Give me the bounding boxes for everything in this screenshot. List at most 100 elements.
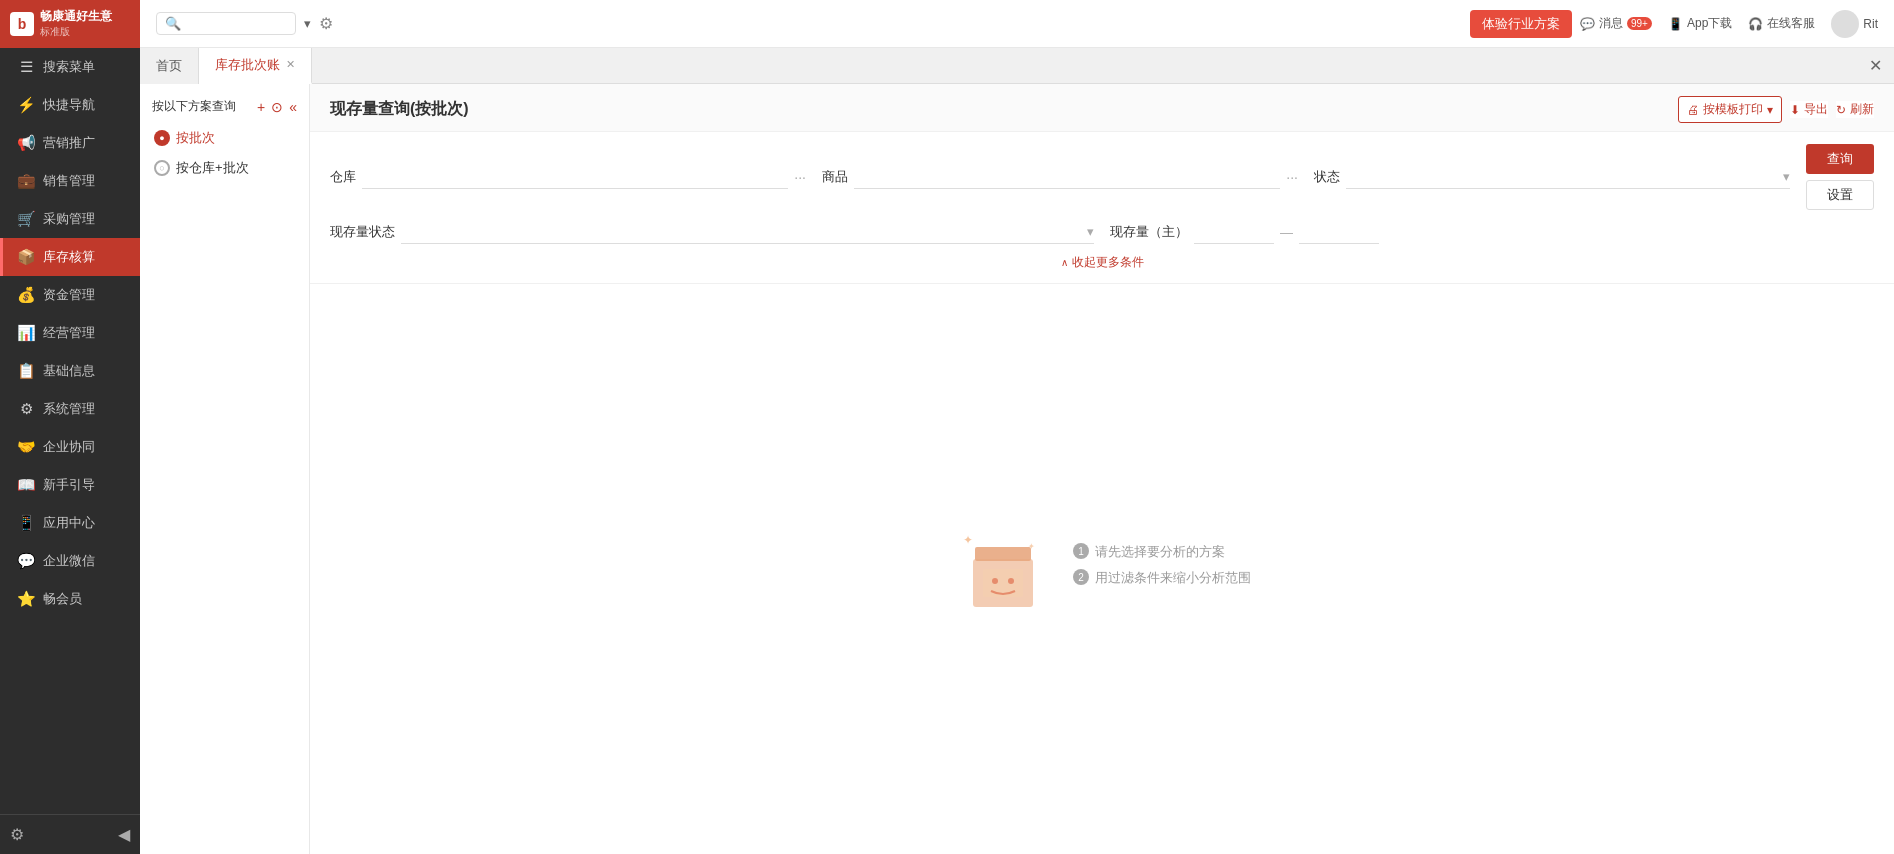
avatar — [1831, 10, 1859, 38]
tab-inventory-batch[interactable]: 库存批次账 ✕ — [199, 48, 312, 84]
vip-icon: ⭐ — [17, 590, 35, 608]
scheme-query-label: 按以下方案查询 — [152, 98, 236, 115]
topbar-left: 🔍 ▾ ⚙ — [156, 12, 1462, 35]
phone-icon: 📱 — [1668, 17, 1683, 31]
sidebar-item-label-quick: 快捷导航 — [43, 96, 95, 114]
query-actions: 查询 设置 — [1806, 144, 1874, 210]
status-dropdown-icon[interactable]: ▾ — [1783, 169, 1790, 184]
app-download-btn[interactable]: 📱 App下载 — [1668, 15, 1732, 32]
stock-status-label: 现存量状态 — [330, 223, 395, 241]
warehouse-input[interactable] — [362, 165, 788, 189]
tab-inventory-batch-label: 库存批次账 — [215, 56, 280, 74]
tab-home-label: 首页 — [156, 57, 182, 75]
sidebar-item-label-purchase: 采购管理 — [43, 210, 95, 228]
sidebar-bottom: ⚙ ◀ — [0, 814, 140, 854]
scheme-item-warehouse-batch[interactable]: ○ 按仓库+批次 — [140, 153, 309, 183]
refresh-button[interactable]: ↻ 刷新 — [1836, 101, 1874, 118]
sidebar-item-newbie[interactable]: 📖 新手引导 — [0, 466, 140, 504]
online-service-btn[interactable]: 🎧 在线客服 — [1748, 15, 1815, 32]
sidebar-item-finance[interactable]: 💰 资金管理 — [0, 276, 140, 314]
sales-icon: 💼 — [17, 172, 35, 190]
sidebar-item-label-vip: 畅会员 — [43, 590, 82, 608]
content-area: 按以下方案查询 + ⊙ « ● 按批次 ○ 按仓库+批次 现存量查询(按批次) — [140, 84, 1894, 854]
topbar-gear-icon[interactable]: ⚙ — [319, 14, 333, 33]
sidebar-settings-icon[interactable]: ⚙ — [10, 825, 24, 844]
sidebar-item-inventory[interactable]: 📦 库存核算 — [0, 238, 140, 276]
scheme-item-batch[interactable]: ● 按批次 — [140, 123, 309, 153]
sidebar-item-vip[interactable]: ⭐ 畅会员 — [0, 580, 140, 618]
sidebar-item-operations[interactable]: 📊 经营管理 — [0, 314, 140, 352]
sidebar-item-system[interactable]: ⚙ 系统管理 — [0, 390, 140, 428]
topbar-search-icon: 🔍 — [165, 16, 181, 31]
empty-state: ✦ ✦ 1 请先选择要分析的方案 2 用过滤条件来缩小分析范围 — [310, 284, 1894, 854]
page-title: 现存量查询(按批次) — [330, 99, 469, 120]
query-button[interactable]: 查询 — [1806, 144, 1874, 174]
online-service-label: 在线客服 — [1767, 15, 1815, 32]
export-button[interactable]: ⬇ 导出 — [1790, 101, 1828, 118]
trial-button[interactable]: 体验行业方案 — [1470, 10, 1572, 38]
search-menu-icon: ☰ — [17, 58, 35, 76]
scheme-batch-label: 按批次 — [176, 129, 215, 147]
finance-icon: 💰 — [17, 286, 35, 304]
product-label: 商品 — [822, 168, 848, 186]
status-filter: 状态 ▾ — [1314, 165, 1790, 189]
settings-button[interactable]: 设置 — [1806, 180, 1874, 210]
warehouse-dots[interactable]: ··· — [794, 169, 806, 185]
sidebar-item-label-enterprise: 企业协同 — [43, 438, 95, 456]
filter-area: 仓库 ··· 商品 ··· 状态 ▾ — [310, 132, 1894, 284]
sidebar-scroll: ☰ 搜索菜单 ⚡ 快捷导航 📢 营销推广 💼 销售管理 🛒 采购管理 📦 库存核… — [0, 48, 140, 814]
sidebar-item-label-newbie: 新手引导 — [43, 476, 95, 494]
empty-step1: 请先选择要分析的方案 — [1095, 543, 1225, 561]
sidebar-item-marketing[interactable]: 📢 营销推广 — [0, 124, 140, 162]
sidebar-item-search-menu[interactable]: ☰ 搜索菜单 — [0, 48, 140, 86]
collapse-text: 收起更多条件 — [1072, 254, 1144, 271]
scheme-add-icon[interactable]: + — [257, 99, 265, 115]
product-dots[interactable]: ··· — [1286, 169, 1298, 185]
tab-home[interactable]: 首页 — [140, 48, 199, 84]
svg-text:✦: ✦ — [963, 533, 973, 547]
service-icon: 🎧 — [1748, 17, 1763, 31]
sidebar-collapse-icon[interactable]: ◀ — [118, 825, 130, 844]
sidebar-item-label-wechat: 企业微信 — [43, 552, 95, 570]
sidebar-item-label-search: 搜索菜单 — [43, 58, 95, 76]
tab-bar-close-button[interactable]: ✕ — [1857, 56, 1894, 75]
sidebar-header: b 畅康通好生意 标准版 — [0, 0, 140, 48]
topbar-dropdown-icon[interactable]: ▾ — [304, 16, 311, 31]
scheme-settings-icon[interactable]: ⊙ — [271, 99, 283, 115]
print-button[interactable]: 🖨 按模板打印 ▾ — [1678, 96, 1782, 123]
stock-qty-min[interactable] — [1194, 220, 1274, 244]
sidebar-item-sales[interactable]: 💼 销售管理 — [0, 162, 140, 200]
stock-qty-max[interactable] — [1299, 220, 1379, 244]
purchase-icon: 🛒 — [17, 210, 35, 228]
refresh-icon: ↻ — [1836, 103, 1846, 117]
topbar-search-box[interactable]: 🔍 — [156, 12, 296, 35]
app-download-label: App下载 — [1687, 15, 1732, 32]
product-filter: 商品 ··· — [822, 165, 1298, 189]
stock-status-dropdown-icon[interactable]: ▾ — [1087, 224, 1094, 239]
sidebar-item-wechat[interactable]: 💬 企业微信 — [0, 542, 140, 580]
scheme-collapse-icon[interactable]: « — [289, 99, 297, 115]
topbar: 🔍 ▾ ⚙ 体验行业方案 💬 消息 99+ 📱 App下载 🎧 在线客服 — [140, 0, 1894, 48]
filter-row-2: 现存量状态 ▾ 现存量（主） — — [330, 220, 1874, 244]
left-panel: 按以下方案查询 + ⊙ « ● 按批次 ○ 按仓库+批次 — [140, 84, 310, 854]
status-label: 状态 — [1314, 168, 1340, 186]
sidebar-item-quick-nav[interactable]: ⚡ 快捷导航 — [0, 86, 140, 124]
page-title-bar: 现存量查询(按批次) 🖨 按模板打印 ▾ ⬇ 导出 ↻ 刷新 — [310, 84, 1894, 132]
svg-point-3 — [992, 578, 998, 584]
filter-collapse-btn[interactable]: ∧ 收起更多条件 — [330, 254, 1874, 271]
product-input[interactable] — [854, 165, 1280, 189]
user-avatar-btn[interactable]: Rit — [1831, 10, 1878, 38]
sidebar-item-enterprise[interactable]: 🤝 企业协同 — [0, 428, 140, 466]
svg-text:✦: ✦ — [1028, 542, 1035, 551]
export-label: 导出 — [1804, 101, 1828, 118]
page-title-actions: 🖨 按模板打印 ▾ ⬇ 导出 ↻ 刷新 — [1678, 96, 1874, 123]
tab-close-icon[interactable]: ✕ — [286, 58, 295, 71]
messages-btn[interactable]: 💬 消息 99+ — [1580, 15, 1652, 32]
topbar-search-input[interactable] — [185, 17, 265, 31]
operations-icon: 📊 — [17, 324, 35, 342]
sidebar-item-basic-info[interactable]: 📋 基础信息 — [0, 352, 140, 390]
sidebar-item-app-center[interactable]: 📱 应用中心 — [0, 504, 140, 542]
empty-step2: 用过滤条件来缩小分析范围 — [1095, 569, 1251, 587]
sidebar-item-label-finance: 资金管理 — [43, 286, 95, 304]
sidebar-item-purchase[interactable]: 🛒 采购管理 — [0, 200, 140, 238]
